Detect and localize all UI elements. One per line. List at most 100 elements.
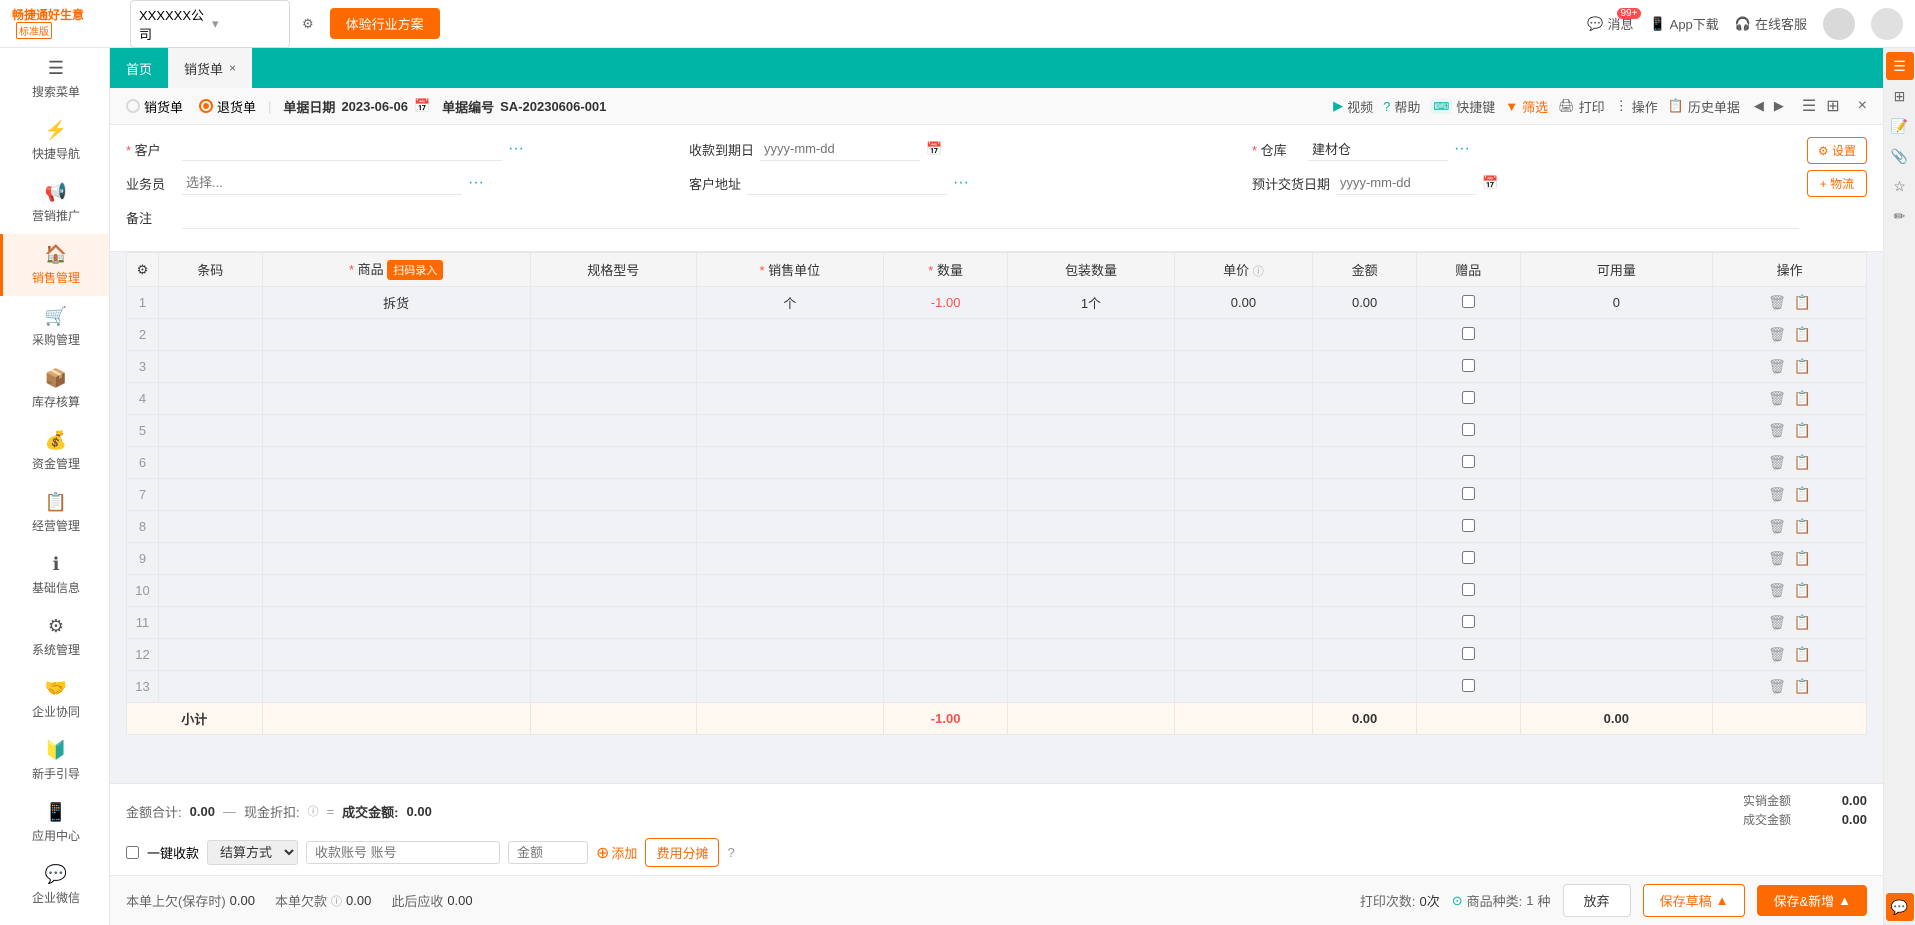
- online-service-btn[interactable]: 🎧 在线客服: [1735, 14, 1807, 33]
- form-close-btn[interactable]: ×: [1858, 97, 1867, 115]
- sidebar-item-finance[interactable]: 💰 资金管理: [0, 420, 109, 482]
- message-btn[interactable]: 💬 消息 99+: [1587, 14, 1633, 33]
- row-delete-btn[interactable]: 🗑: [1766, 484, 1788, 504]
- row-barcode[interactable]: [159, 351, 263, 383]
- row-pack-qty[interactable]: [1008, 479, 1174, 511]
- owed-help-icon[interactable]: ⓘ: [331, 893, 342, 909]
- row-amount[interactable]: [1313, 479, 1417, 511]
- radio-sales[interactable]: 销货单: [126, 97, 183, 116]
- row-quantity[interactable]: [883, 383, 1007, 415]
- row-spec[interactable]: [530, 511, 696, 543]
- row-unit[interactable]: [696, 607, 883, 639]
- row-delete-btn[interactable]: 🗑: [1766, 612, 1788, 632]
- sidebar-item-search[interactable]: ☰ 搜索菜单: [0, 48, 109, 110]
- filter-btn[interactable]: ▼ 筛选: [1505, 97, 1548, 116]
- row-quantity[interactable]: [883, 351, 1007, 383]
- row-pack-qty[interactable]: [1008, 511, 1174, 543]
- row-amount[interactable]: [1313, 543, 1417, 575]
- row-product[interactable]: [262, 639, 530, 671]
- row-quantity[interactable]: [883, 479, 1007, 511]
- row-amount[interactable]: [1313, 415, 1417, 447]
- row-delete-btn[interactable]: 🗑: [1766, 356, 1788, 376]
- sidebar-item-sales[interactable]: 🏠 销售管理: [0, 234, 109, 296]
- row-gift[interactable]: [1416, 415, 1520, 447]
- sidebar-item-member[interactable]: 👑 畅会员: [0, 916, 109, 925]
- row-copy-btn[interactable]: 📋: [1792, 548, 1813, 568]
- tab-close-btn[interactable]: ×: [229, 61, 236, 75]
- video-btn[interactable]: ▶ 视频: [1333, 97, 1373, 116]
- sidebar-item-quicknav[interactable]: ⚡ 快捷导航: [0, 110, 109, 172]
- row-product[interactable]: [262, 479, 530, 511]
- row-pack-qty[interactable]: [1008, 639, 1174, 671]
- company-selector[interactable]: XXXXXX公司 ▾: [130, 0, 290, 48]
- salesperson-select-btn[interactable]: ···: [468, 174, 484, 192]
- row-barcode[interactable]: [159, 511, 263, 543]
- print-btn[interactable]: 🖨 打印: [1558, 97, 1605, 116]
- add-payment-btn[interactable]: ⊕ 添加: [596, 843, 637, 863]
- row-gift[interactable]: [1416, 671, 1520, 703]
- row-delete-btn[interactable]: 🗑: [1766, 324, 1788, 344]
- row-copy-btn[interactable]: 📋: [1792, 580, 1813, 600]
- row-barcode[interactable]: [159, 543, 263, 575]
- row-spec[interactable]: [530, 479, 696, 511]
- settings-btn[interactable]: ⚙ 设置: [1807, 137, 1867, 164]
- scan-btn[interactable]: 扫码录入: [387, 260, 443, 280]
- row-unit[interactable]: [696, 447, 883, 479]
- row-copy-btn[interactable]: 📋: [1792, 612, 1813, 632]
- row-gift[interactable]: [1416, 319, 1520, 351]
- app-download-btn[interactable]: 📱 App下载: [1649, 14, 1718, 33]
- row-barcode[interactable]: [159, 607, 263, 639]
- row-copy-btn[interactable]: 📋: [1792, 388, 1813, 408]
- row-delete-btn[interactable]: 🗑: [1766, 452, 1788, 472]
- help-btn[interactable]: ? 帮助: [1383, 97, 1420, 116]
- row-quantity[interactable]: [883, 319, 1007, 351]
- row-pack-qty[interactable]: [1008, 671, 1174, 703]
- row-quantity[interactable]: [883, 575, 1007, 607]
- row-delete-btn[interactable]: 🗑: [1766, 580, 1788, 600]
- row-spec[interactable]: [530, 671, 696, 703]
- remarks-input[interactable]: [182, 205, 1799, 229]
- row-spec[interactable]: [530, 575, 696, 607]
- settlement-method-select[interactable]: 结算方式: [207, 840, 298, 865]
- row-unit-price[interactable]: 0.00: [1174, 287, 1313, 319]
- nav-prev-btn[interactable]: ◀: [1754, 98, 1764, 114]
- list-view-icon[interactable]: ☰: [1802, 96, 1816, 116]
- row-quantity[interactable]: [883, 415, 1007, 447]
- customer-address-select-btn[interactable]: ···: [953, 174, 969, 192]
- row-gift[interactable]: [1416, 479, 1520, 511]
- sidebar-item-business[interactable]: 📋 经营管理: [0, 482, 109, 544]
- row-pack-qty[interactable]: [1008, 383, 1174, 415]
- row-quantity[interactable]: [883, 607, 1007, 639]
- row-delete-btn[interactable]: 🗑: [1766, 676, 1788, 696]
- row-spec[interactable]: [530, 383, 696, 415]
- row-unit[interactable]: 个: [696, 287, 883, 319]
- row-copy-btn[interactable]: 📋: [1792, 676, 1813, 696]
- row-gift[interactable]: [1416, 383, 1520, 415]
- row-delete-btn[interactable]: 🗑: [1766, 548, 1788, 568]
- row-spec[interactable]: [530, 351, 696, 383]
- row-barcode[interactable]: [159, 639, 263, 671]
- row-spec[interactable]: [530, 287, 696, 319]
- tab-home[interactable]: 首页: [110, 48, 168, 88]
- right-tool-table-view[interactable]: ☰: [1886, 52, 1914, 80]
- row-unit-price[interactable]: [1174, 351, 1313, 383]
- row-unit-price[interactable]: [1174, 479, 1313, 511]
- row-barcode[interactable]: [159, 447, 263, 479]
- row-spec[interactable]: [530, 639, 696, 671]
- right-tool-card-view[interactable]: ⊞: [1886, 82, 1914, 110]
- row-spec[interactable]: [530, 319, 696, 351]
- row-copy-btn[interactable]: 📋: [1792, 292, 1813, 312]
- sidebar-item-collab[interactable]: 🤝 企业协同: [0, 668, 109, 730]
- row-pack-qty[interactable]: [1008, 319, 1174, 351]
- avatar-extra[interactable]: [1871, 8, 1903, 40]
- row-amount[interactable]: 0.00: [1313, 287, 1417, 319]
- row-pack-qty[interactable]: [1008, 543, 1174, 575]
- right-tool-edit[interactable]: ✏: [1886, 202, 1914, 230]
- save-draft-btn[interactable]: 保存草稿 ▲: [1643, 884, 1746, 917]
- row-copy-btn[interactable]: 📋: [1792, 484, 1813, 504]
- row-amount[interactable]: [1313, 383, 1417, 415]
- delivery-date-input[interactable]: [1336, 171, 1476, 195]
- tab-sales-order[interactable]: 销货单 ×: [168, 48, 252, 88]
- row-gift[interactable]: [1416, 511, 1520, 543]
- row-delete-btn[interactable]: 🗑: [1766, 516, 1788, 536]
